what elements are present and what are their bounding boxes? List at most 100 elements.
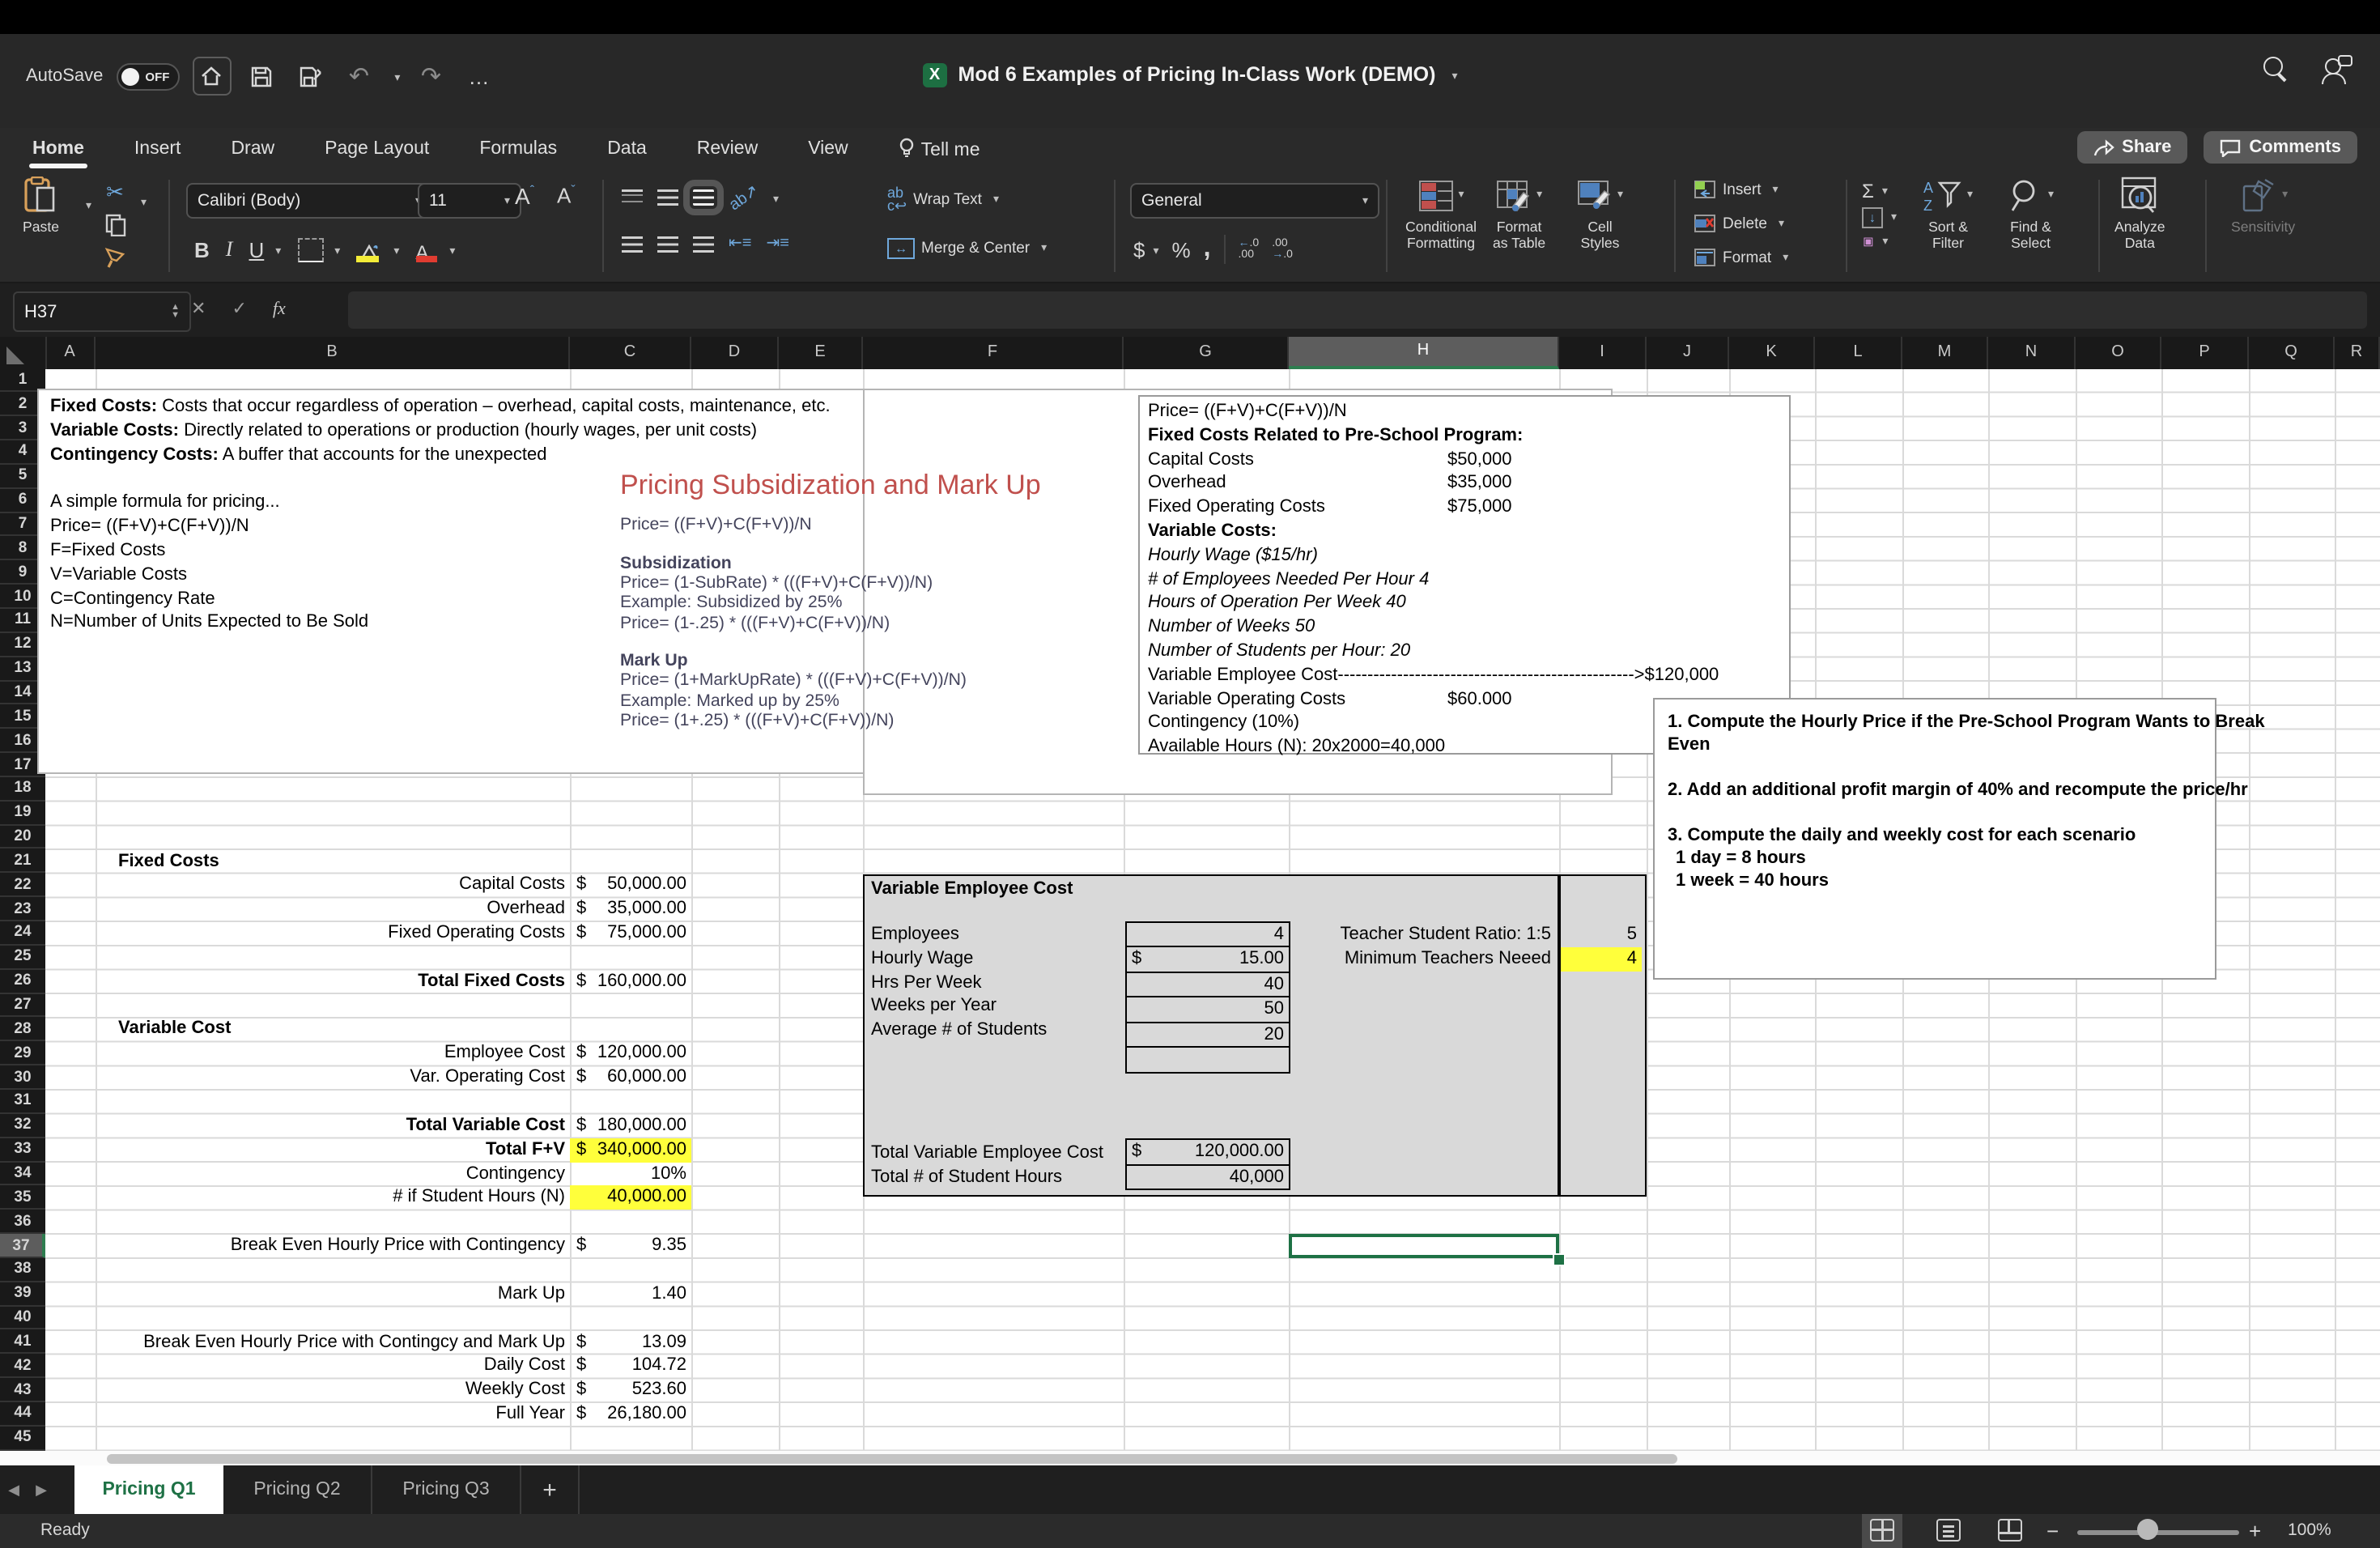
- ribbon-tab-home[interactable]: Home: [29, 133, 87, 168]
- page-layout-view-icon[interactable]: [1936, 1519, 1961, 1542]
- fill-down-button[interactable]: ↓: [1862, 207, 1897, 228]
- sheet-cell[interactable]: 40,000.00: [570, 1185, 691, 1210]
- row-header-22[interactable]: 22: [0, 874, 45, 898]
- row-header-21[interactable]: 21: [0, 849, 45, 874]
- format-painter-icon[interactable]: [100, 245, 130, 270]
- number-format-select[interactable]: General: [1130, 183, 1379, 219]
- orientation-chevron-icon[interactable]: [768, 183, 779, 212]
- column-header-J[interactable]: J: [1647, 337, 1729, 368]
- zoom-out-icon[interactable]: −: [2046, 1519, 2059, 1543]
- delete-cells-button[interactable]: Delete: [1694, 214, 1784, 233]
- sheet-cell[interactable]: 20: [1127, 1023, 1289, 1048]
- add-sheet-button[interactable]: +: [521, 1465, 580, 1514]
- sheet-tab-pricing-q2[interactable]: Pricing Q2: [223, 1465, 372, 1514]
- sheet-cell[interactable]: Total Variable Cost: [96, 1114, 565, 1138]
- format-as-table-button[interactable]: Format as Table: [1493, 176, 1545, 251]
- sheet-cell[interactable]: Fixed Costs: [96, 849, 588, 874]
- sheet-cell[interactable]: $13.09: [570, 1330, 691, 1354]
- analyze-data-button[interactable]: Analyze Data: [2114, 176, 2165, 251]
- sheet-tab-pricing-q3[interactable]: Pricing Q3: [372, 1465, 521, 1514]
- comma-format-icon[interactable]: ,: [1204, 235, 1211, 264]
- column-header-K[interactable]: K: [1729, 337, 1815, 368]
- format-cells-button[interactable]: Format: [1694, 248, 1788, 267]
- sheet-cell[interactable]: Capital Costs: [96, 874, 565, 898]
- name-box-stepper[interactable]: ▲ ▼: [171, 303, 180, 320]
- sheet-cell[interactable]: # if Student Hours (N): [96, 1186, 565, 1210]
- ribbon-tab-data[interactable]: Data: [604, 133, 650, 165]
- column-header-N[interactable]: N: [1988, 337, 2076, 368]
- select-all-corner[interactable]: [0, 337, 47, 368]
- sheet-cell[interactable]: 40: [1127, 972, 1289, 998]
- sheet-cell[interactable]: Employee Cost: [96, 1042, 565, 1066]
- sheet-cell[interactable]: 10%: [570, 1162, 691, 1186]
- zoom-in-icon[interactable]: +: [2249, 1519, 2261, 1543]
- row-header-40[interactable]: 40: [0, 1306, 45, 1330]
- wrap-text-button[interactable]: ab c↩ Wrap Text: [887, 185, 999, 213]
- sheet-cell[interactable]: $120,000.00: [570, 1042, 691, 1066]
- align-top-icon[interactable]: [622, 189, 643, 206]
- row-header-43[interactable]: 43: [0, 1378, 45, 1403]
- sheet-cell[interactable]: Weeks per Year: [871, 994, 997, 1019]
- sheet-cell[interactable]: $9.35: [570, 1234, 691, 1258]
- borders-chevron-icon[interactable]: [329, 235, 340, 264]
- paste-button[interactable]: Paste: [23, 176, 59, 235]
- sheet-grid[interactable]: 1 2 3 4 5 6 7 8 9 10 11 12 13 14 15 16 17 18 19 20 21 22 23 24 2…: [0, 368, 2380, 1450]
- sheet-cell[interactable]: $75,000.00: [570, 921, 691, 946]
- ribbon-tab-view[interactable]: View: [805, 133, 851, 165]
- column-header-L[interactable]: L: [1815, 337, 1902, 368]
- zoom-slider-thumb[interactable]: [2137, 1519, 2158, 1540]
- column-header-C[interactable]: C: [570, 337, 691, 368]
- column-header-G[interactable]: G: [1124, 337, 1289, 368]
- name-box[interactable]: H37 ▲ ▼: [13, 291, 191, 332]
- sheet-cell[interactable]: Minimum Teachers Neeed: [1345, 946, 1551, 971]
- ribbon-tab-review[interactable]: Review: [694, 133, 761, 165]
- row-header-31[interactable]: 31: [0, 1090, 45, 1114]
- row-header-38[interactable]: 38: [0, 1258, 45, 1282]
- sheet-cell[interactable]: 5: [1559, 922, 1642, 946]
- row-header-28[interactable]: 28: [0, 1018, 45, 1042]
- title-dropdown-icon[interactable]: [1447, 60, 1457, 89]
- row-header-44[interactable]: 44: [0, 1402, 45, 1427]
- row-header-32[interactable]: 32: [0, 1114, 45, 1138]
- align-bottom-icon[interactable]: [683, 180, 724, 215]
- autosum-button[interactable]: Σ: [1862, 180, 1897, 202]
- sheet-cell[interactable]: 1.40: [570, 1282, 691, 1307]
- row-header-30[interactable]: 30: [0, 1065, 45, 1090]
- sheet-cell[interactable]: [1127, 1048, 1289, 1072]
- italic-button[interactable]: I: [226, 236, 233, 262]
- font-color-icon[interactable]: A: [415, 238, 438, 264]
- copy-icon[interactable]: [100, 212, 130, 238]
- selected-cell-H37[interactable]: [1289, 1234, 1559, 1259]
- sheet-cell[interactable]: $120,000.00: [1127, 1140, 1289, 1166]
- sheet-cell[interactable]: Hourly Wage: [871, 946, 973, 971]
- decrease-decimal-icon[interactable]: .00 →.0: [1272, 238, 1293, 261]
- sheet-cell[interactable]: $160,000.00: [570, 970, 691, 994]
- fill-handle[interactable]: [1553, 1253, 1566, 1266]
- merge-center-button[interactable]: ↔ Merge & Center: [887, 238, 1047, 259]
- sheet-cell[interactable]: Employees: [871, 922, 959, 946]
- column-header-B[interactable]: B: [96, 337, 570, 368]
- conditional-formatting-button[interactable]: Conditional Formatting: [1405, 176, 1477, 251]
- comments-button[interactable]: Comments: [2204, 131, 2357, 164]
- formula-input[interactable]: [348, 291, 2367, 329]
- row-header-18[interactable]: 18: [0, 777, 45, 802]
- row-header-24[interactable]: 24: [0, 921, 45, 946]
- account-feedback-icon[interactable]: [2322, 55, 2352, 84]
- row-header-26[interactable]: 26: [0, 970, 45, 994]
- zoom-slider-track[interactable]: [2077, 1529, 2239, 1534]
- orientation-icon[interactable]: ab↗: [726, 181, 763, 214]
- cell-styles-button[interactable]: Cell Styles: [1577, 176, 1623, 251]
- font-size-select[interactable]: 11: [418, 183, 521, 219]
- normal-view-icon[interactable]: [1870, 1519, 1894, 1542]
- borders-icon[interactable]: [297, 237, 324, 262]
- sheet-cell[interactable]: Daily Cost: [96, 1354, 565, 1379]
- sheet-cell[interactable]: $180,000.00: [570, 1114, 691, 1138]
- sheet-cell[interactable]: Contingency: [96, 1162, 565, 1186]
- decrease-font-icon[interactable]: Aˇ: [557, 183, 576, 208]
- row-header-25[interactable]: 25: [0, 946, 45, 970]
- sheet-cell[interactable]: Mark Up: [96, 1282, 565, 1307]
- total-cells[interactable]: $120,000.00 40,000: [1125, 1138, 1290, 1191]
- sheet-cell[interactable]: $104.72: [570, 1354, 691, 1379]
- underline-chevron-icon[interactable]: [270, 235, 281, 264]
- bold-button[interactable]: B: [194, 237, 210, 262]
